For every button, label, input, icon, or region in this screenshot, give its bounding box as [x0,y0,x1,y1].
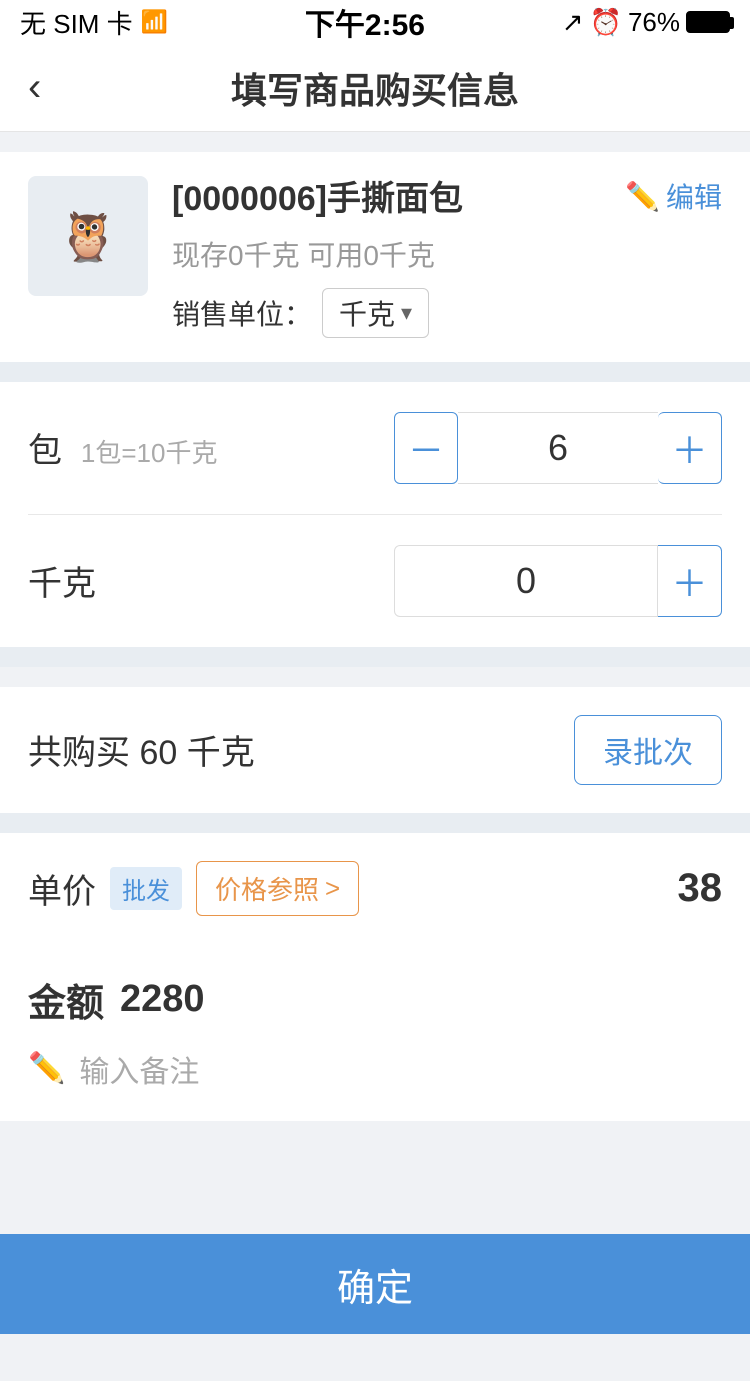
chevron-down-icon: ▾ [401,300,412,326]
qty-plus-kg[interactable]: ＋ [658,545,722,617]
battery-icon [686,11,730,33]
unit-select[interactable]: 千克 ▾ [322,288,429,338]
status-bar: 无 SIM 卡 📶 下午2:56 ↗ ⏰ 76% [0,0,750,44]
note-row[interactable]: ✏️ 输入备注 [28,1047,722,1111]
summary-section: 共购买 60 千克 录批次 [0,687,750,813]
status-time: 下午2:56 [305,0,425,44]
chevron-right-icon: > [325,873,340,904]
alarm-icon: ⏰ [590,7,622,38]
price-value: 38 [678,866,723,911]
qty-input-kg[interactable] [394,545,658,617]
divider-2 [0,647,750,667]
confirm-button[interactable]: 确定 [0,1234,750,1334]
summary-text: 共购买 60 千克 [28,725,255,774]
nav-bar: ‹ 填写商品购买信息 [0,44,750,132]
product-unit-row: 销售单位： 千克 ▾ [172,288,601,338]
qty-input-bao[interactable] [458,412,658,484]
price-ref-button[interactable]: 价格参照 > [196,861,359,916]
price-row: 单价 批发 价格参照 > 38 [0,833,750,944]
price-label-text: 单价 [28,864,96,913]
edit-area: ✏️ 编辑 [625,176,722,216]
qty-control-kg: ＋ [394,545,722,617]
edit-icon: ✏️ [625,180,660,213]
page-title: 填写商品购买信息 [231,62,519,114]
status-right: ↗ ⏰ 76% [562,7,730,38]
price-batch-tag: 批发 [110,867,182,910]
confirm-button-label: 确定 [337,1257,413,1312]
edit-label: 编辑 [666,176,722,216]
price-ref-label: 价格参照 [215,870,319,907]
product-stock: 现存0千克 可用0千克 [172,234,601,274]
qty-control-bao: － ＋ [394,412,722,484]
edit-button[interactable]: ✏️ 编辑 [625,176,722,216]
divider-1 [0,362,750,382]
price-label-area: 单价 批发 价格参照 > [28,861,359,916]
quantity-section: 包 1包=10千克 － ＋ 千克 ＋ [0,382,750,647]
status-carrier: 无 SIM 卡 📶 [20,4,168,41]
wifi-icon: 📶 [141,9,168,35]
product-thumbnail: 🦉 [28,176,148,296]
amount-row: 金额 2280 [28,972,722,1027]
product-name: [0000006]手撕面包 [172,176,601,224]
product-thumb-icon: 🦉 [58,208,118,265]
qty-label-bao: 包 1包=10千克 [28,423,217,472]
qty-minus-bao[interactable]: － [394,412,458,484]
qty-row-kg: 千克 ＋ [28,515,722,647]
location-icon: ↗ [562,7,584,38]
product-card: 🦉 [0000006]手撕面包 现存0千克 可用0千克 销售单位： 千克 ▾ ✏… [0,152,750,362]
note-placeholder: 输入备注 [79,1047,199,1091]
amount-label: 金额 [28,972,104,1027]
divider-3 [0,813,750,833]
carrier-text: 无 SIM 卡 [20,4,133,41]
unit-value: 千克 [339,293,395,333]
product-info: [0000006]手撕面包 现存0千克 可用0千克 销售单位： 千克 ▾ [172,176,601,338]
qty-label-kg: 千克 [28,556,96,605]
batch-button[interactable]: 录批次 [574,715,722,785]
qty-row-bao: 包 1包=10千克 － ＋ [28,382,722,515]
amount-section: 金额 2280 ✏️ 输入备注 [0,944,750,1121]
pencil-icon: ✏️ [28,1051,65,1086]
battery-percent: 76% [628,7,680,38]
amount-value: 2280 [120,978,205,1021]
back-button[interactable]: ‹ [28,65,41,110]
unit-label: 销售单位： [172,293,312,333]
qty-plus-bao[interactable]: ＋ [658,412,722,484]
